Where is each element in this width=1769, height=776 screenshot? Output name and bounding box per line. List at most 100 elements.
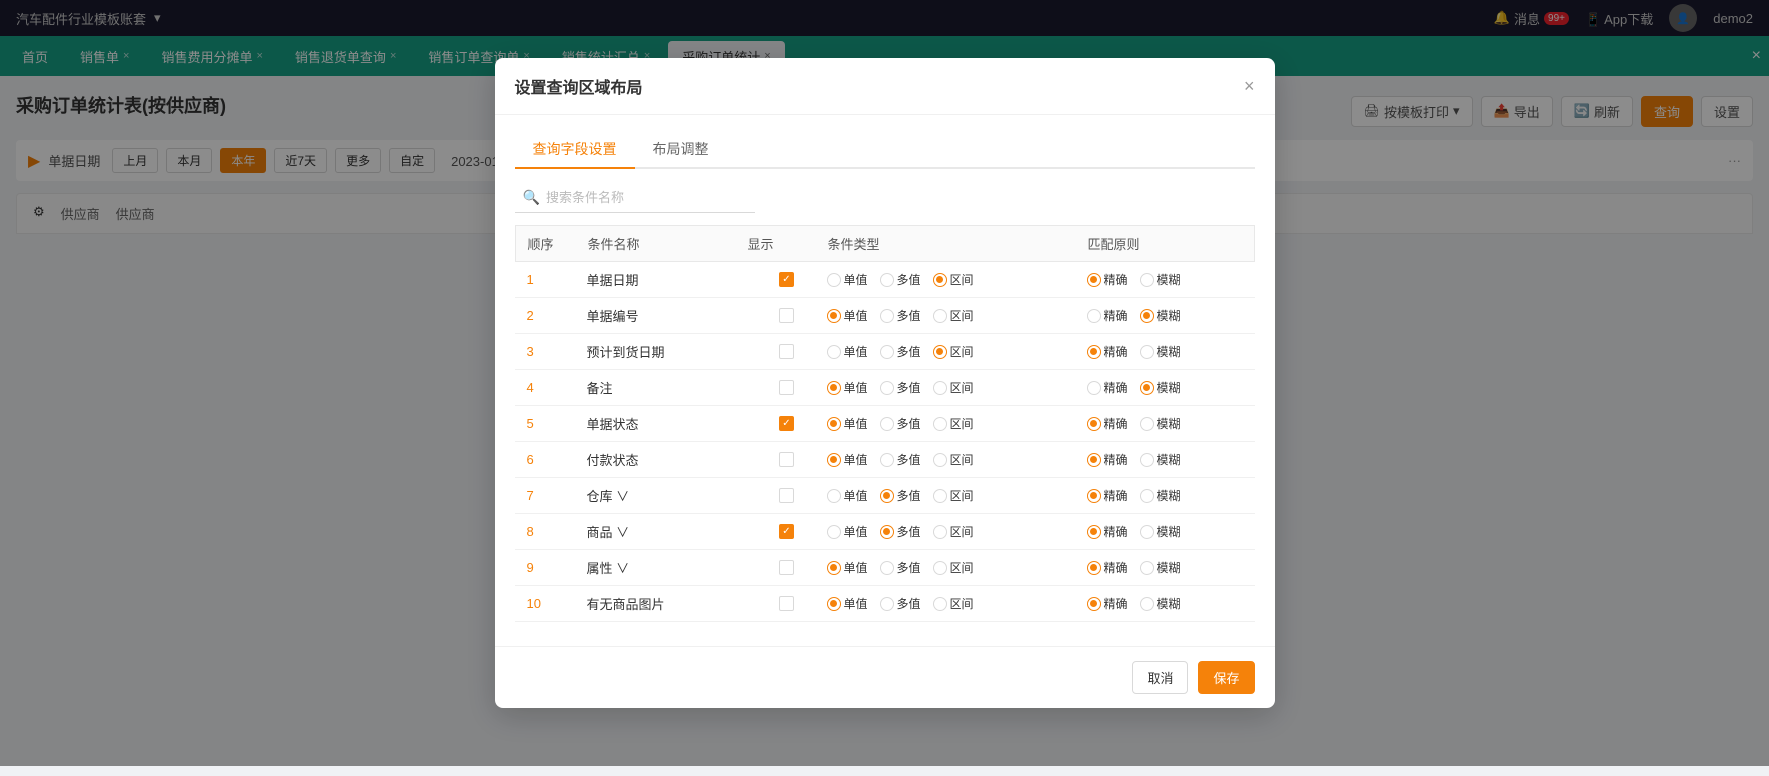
row-match-option[interactable]: 精确 xyxy=(1087,415,1128,432)
radio-label: 精确 xyxy=(1104,379,1128,396)
table-row: 1单据日期✓单值多值区间精确模糊 xyxy=(515,262,1255,298)
save-button[interactable]: 保存 xyxy=(1198,661,1254,694)
radio-indicator xyxy=(880,417,894,431)
row-match-option[interactable]: 模糊 xyxy=(1140,559,1181,576)
row-type-option[interactable]: 区间 xyxy=(933,523,974,540)
row-type-option[interactable]: 多值 xyxy=(880,595,921,612)
row-match-option[interactable]: 模糊 xyxy=(1140,415,1181,432)
row-type-option[interactable]: 多值 xyxy=(880,559,921,576)
tab-query-field-settings[interactable]: 查询字段设置 xyxy=(515,131,635,169)
row-type-option[interactable]: 单值 xyxy=(827,271,868,288)
row-type-option[interactable]: 多值 xyxy=(880,271,921,288)
row-checkbox[interactable] xyxy=(779,344,794,359)
row-type-option[interactable]: 单值 xyxy=(827,595,868,612)
row-checkbox[interactable]: ✓ xyxy=(779,416,794,431)
row-type-option[interactable]: 区间 xyxy=(933,343,974,360)
row-type-option[interactable]: 区间 xyxy=(933,487,974,504)
row-type-group: 单值 多值区间 xyxy=(827,271,1087,288)
row-match-option[interactable]: 模糊 xyxy=(1140,487,1181,504)
field-table-header: 顺序 条件名称 显示 条件类型 匹配原则 xyxy=(515,225,1255,262)
row-match-option[interactable]: 精确 xyxy=(1087,343,1128,360)
row-type-option[interactable]: 区间 xyxy=(933,595,974,612)
row-order: 8 xyxy=(527,524,587,539)
table-row: 8商品 ∨ ✓ 单值多值区间 精确模糊 xyxy=(515,514,1255,550)
row-match-option[interactable]: 模糊 xyxy=(1140,595,1181,612)
row-name: 属性 ∨ xyxy=(587,558,747,577)
row-type-option[interactable]: 多值 xyxy=(880,343,921,360)
radio-label: 精确 xyxy=(1104,271,1128,288)
row-type-option[interactable]: 多值 xyxy=(880,451,921,468)
row-checkbox[interactable] xyxy=(779,380,794,395)
row-match-group: 精确模糊 xyxy=(1087,487,1255,504)
row-type-option[interactable]: 单值 xyxy=(827,307,868,324)
tab-layout-adjustment[interactable]: 布局调整 xyxy=(635,131,727,169)
row-match-group: 精确 模糊 xyxy=(1087,271,1255,288)
row-match-option[interactable]: 模糊 xyxy=(1140,271,1181,288)
row-checkbox[interactable]: ✓ xyxy=(779,272,794,287)
row-type-option[interactable]: 单值 xyxy=(827,523,868,540)
row-match-option[interactable]: 精确 xyxy=(1087,379,1128,396)
row-checkbox-wrap xyxy=(747,308,827,323)
row-match-option[interactable]: 精确 xyxy=(1087,595,1128,612)
row-match-option[interactable]: 精确 xyxy=(1087,487,1128,504)
row-name: 商品 ∨ xyxy=(587,522,747,541)
row-match-option[interactable]: 精确 xyxy=(1087,271,1128,288)
row-match-option[interactable]: 精确 xyxy=(1087,523,1128,540)
row-match-option[interactable]: 精确 xyxy=(1087,451,1128,468)
row-checkbox[interactable] xyxy=(779,308,794,323)
row-match-option[interactable]: 模糊 xyxy=(1140,379,1181,396)
radio-label: 多值 xyxy=(897,271,921,288)
row-type-option[interactable]: 多值 xyxy=(880,415,921,432)
row-type-option[interactable]: 区间 xyxy=(933,379,974,396)
row-match-option[interactable]: 模糊 xyxy=(1140,523,1181,540)
radio-indicator xyxy=(1140,561,1154,575)
radio-indicator xyxy=(933,273,947,287)
row-checkbox[interactable]: ✓ xyxy=(779,524,794,539)
row-type-option[interactable]: 多值 xyxy=(880,487,921,504)
search-input[interactable] xyxy=(546,190,747,205)
radio-label: 单值 xyxy=(844,451,868,468)
radio-label: 模糊 xyxy=(1157,271,1181,288)
radio-label: 多值 xyxy=(897,595,921,612)
table-row: 6付款状态单值多值区间精确模糊 xyxy=(515,442,1255,478)
row-checkbox[interactable] xyxy=(779,488,794,503)
row-match-option[interactable]: 精确 xyxy=(1087,307,1128,324)
row-checkbox-wrap: ✓ xyxy=(747,416,827,431)
cancel-button[interactable]: 取消 xyxy=(1132,661,1188,694)
row-type-option[interactable]: 单值 xyxy=(827,559,868,576)
row-match-option[interactable]: 模糊 xyxy=(1140,451,1181,468)
row-type-option[interactable]: 区间 xyxy=(933,415,974,432)
row-checkbox[interactable] xyxy=(779,452,794,467)
row-order: 9 xyxy=(527,560,587,575)
radio-label: 区间 xyxy=(950,379,974,396)
modal-close-button[interactable]: × xyxy=(1244,77,1255,95)
row-order: 5 xyxy=(527,416,587,431)
row-type-option[interactable]: 多值 xyxy=(880,523,921,540)
row-type-option[interactable]: 区间 xyxy=(933,307,974,324)
radio-indicator xyxy=(827,561,841,575)
row-match-option[interactable]: 模糊 xyxy=(1140,343,1181,360)
row-type-option[interactable]: 单值 xyxy=(827,451,868,468)
row-type-option[interactable]: 单值 xyxy=(827,379,868,396)
row-type-option[interactable]: 区间 xyxy=(933,451,974,468)
row-checkbox-wrap xyxy=(747,560,827,575)
row-type-option[interactable]: 单值 xyxy=(827,343,868,360)
modal-footer: 取消 保存 xyxy=(495,646,1275,708)
modal-header: 设置查询区域布局 × xyxy=(495,58,1275,115)
row-match-option[interactable]: 精确 xyxy=(1087,559,1128,576)
radio-label: 单值 xyxy=(844,271,868,288)
row-checkbox[interactable] xyxy=(779,560,794,575)
row-type-option[interactable]: 多值 xyxy=(880,307,921,324)
row-checkbox-wrap xyxy=(747,596,827,611)
radio-indicator xyxy=(880,525,894,539)
row-match-option[interactable]: 模糊 xyxy=(1140,307,1181,324)
radio-indicator xyxy=(827,525,841,539)
radio-indicator xyxy=(1087,561,1101,575)
row-type-option[interactable]: 区间 xyxy=(933,559,974,576)
row-type-option[interactable]: 单值 xyxy=(827,487,868,504)
row-type-option[interactable]: 多值 xyxy=(880,379,921,396)
radio-label: 精确 xyxy=(1104,595,1128,612)
row-type-option[interactable]: 区间 xyxy=(933,271,974,288)
row-checkbox[interactable] xyxy=(779,596,794,611)
row-type-option[interactable]: 单值 xyxy=(827,415,868,432)
